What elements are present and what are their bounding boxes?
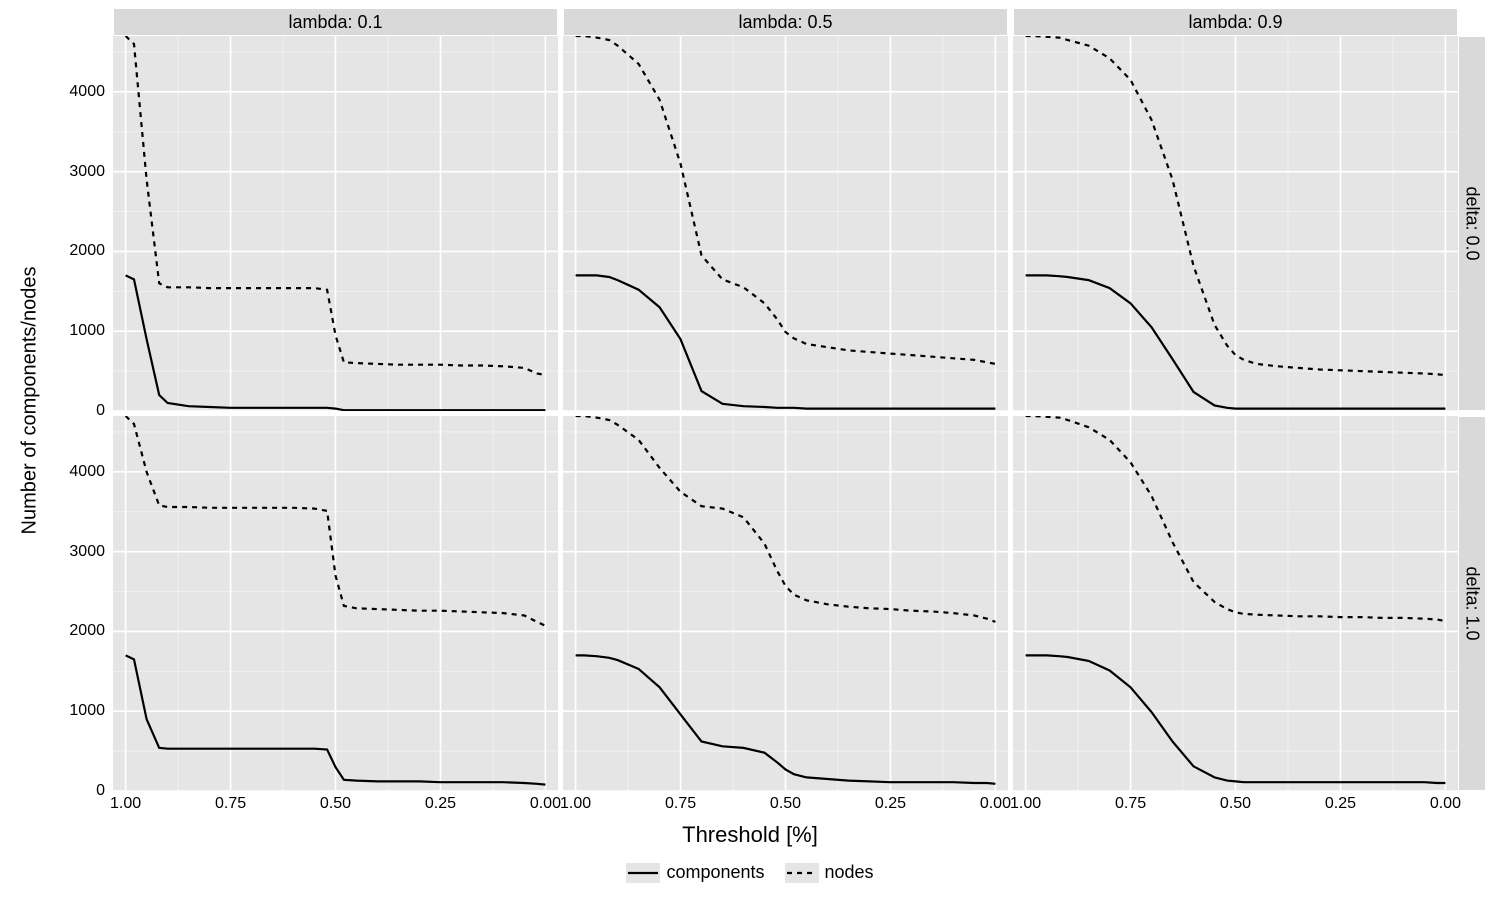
legend: components nodes [0,862,1500,883]
legend-item-components: components [626,862,764,883]
legend-label: nodes [825,862,874,883]
y-tick-labels: 0 1000 2000 3000 4000 [50,416,105,791]
facet-col-strip: lambda: 0.5 [563,8,1008,36]
x-tick-labels: 1.00 0.75 0.50 0.25 0.00 [1013,795,1458,817]
legend-swatch [626,863,660,883]
legend-label: components [666,862,764,883]
facet-panel [1013,36,1458,411]
facet-panel [563,36,1008,411]
x-axis-title: Threshold [%] [0,822,1500,848]
facet-grid-figure: Number of components/nodes lambda: 0.1 l… [0,0,1500,900]
facet-row-strip: delta: 1.0 [1458,416,1486,791]
legend-swatch [785,863,819,883]
facet-row-strip: delta: 0.0 [1458,36,1486,411]
legend-item-nodes: nodes [785,862,874,883]
facet-panel [113,416,558,791]
facet-col-strip: lambda: 0.9 [1013,8,1458,36]
facet-panel [113,36,558,411]
facet-panel [563,416,1008,791]
facet-panel [1013,416,1458,791]
x-tick-labels: 1.00 0.75 0.50 0.25 0.00 [113,795,558,817]
y-axis-title: Number of components/nodes [10,0,50,800]
x-tick-labels: 1.00 0.75 0.50 0.25 0.00 [563,795,1008,817]
facet-col-strip: lambda: 0.1 [113,8,558,36]
y-tick-labels: 0 1000 2000 3000 4000 [50,36,105,411]
